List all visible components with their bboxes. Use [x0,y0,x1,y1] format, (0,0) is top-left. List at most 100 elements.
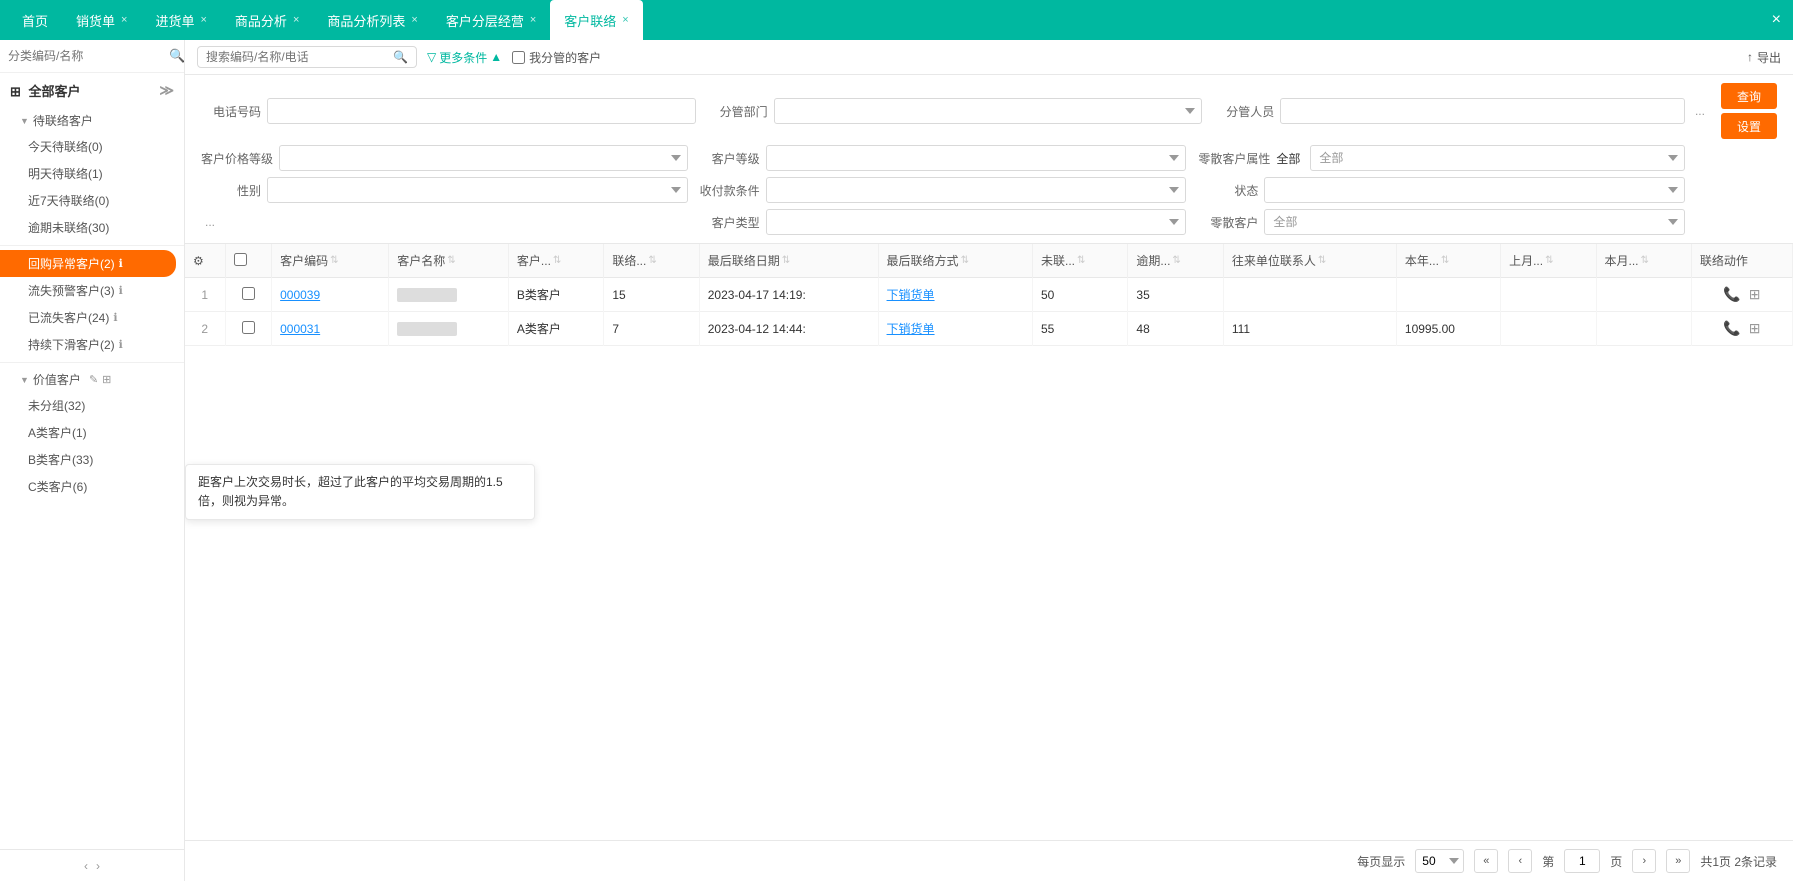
sidebar: 🔍 ⊞ 全部客户 ≫ 待联络客户 今天待联络(0) 明天待联络(1) 近7天待联… [0,40,185,881]
edit-icon[interactable]: ✎ [89,373,98,386]
filter-select-customer-type[interactable] [766,209,1187,235]
col-method-sort[interactable]: 最后联络方式 ⇅ [887,252,1024,269]
sidebar-search-icon[interactable]: 🔍 [169,48,185,64]
row-1-grid-icon[interactable]: ⊞ [1749,286,1761,303]
col-this-year-sort[interactable]: 本年... ⇅ [1405,252,1492,269]
row-1-overdue: 35 [1128,278,1223,312]
sidebar-group-value-customers[interactable]: ▼ 价值客户 ✎ ⊞ [0,367,184,392]
row-2-checkbox[interactable] [242,321,255,334]
col-unit-sort[interactable]: 往来单位联系人 ⇅ [1232,252,1388,269]
current-page-input[interactable] [1564,849,1600,873]
total-info: 共1页 2条记录 [1700,853,1777,870]
tab-customer-contact-close[interactable]: × [622,14,628,26]
row-1-name-blurred [397,288,457,302]
filter-input-manager[interactable] [1280,98,1685,124]
col-customer-code-sort[interactable]: 客户编码 ⇅ [280,252,380,269]
filter-select-gender[interactable] [267,177,688,203]
row-2-code-link[interactable]: 000031 [280,322,320,336]
row-1-checkbox[interactable] [242,287,255,300]
sidebar-item-overdue[interactable]: 逾期未联络(30) [0,214,184,241]
search-input[interactable] [206,50,393,64]
first-page-btn[interactable]: « [1474,849,1498,873]
select-all-checkbox[interactable] [234,253,247,266]
sidebar-search-input[interactable] [8,49,163,63]
sidebar-item-class-c[interactable]: C类客户(6) [0,473,184,500]
table-body: 1 000039 B类客户 15 2023-04-17 14:19: [185,278,1793,346]
unit-sort-icon: ⇅ [1318,255,1326,266]
tab-product-analysis-close[interactable]: × [293,14,299,26]
filter-select-retail-customer[interactable]: 全部 [1264,209,1685,235]
tab-customer-contact[interactable]: 客户联络 × [550,0,642,40]
row-1-method-link[interactable]: 下销货单 [887,288,935,302]
sidebar-item-tomorrow[interactable]: 明天待联络(1) [0,160,184,187]
sidebar-item-repurchase-abnormal[interactable]: 回购异常客户(2) ℹ [0,250,176,277]
settings-col-icon[interactable]: ⚙ [193,254,204,268]
col-level-sort[interactable]: 客户... ⇅ [517,252,595,269]
filter-icon: ▽ [427,50,436,64]
sidebar-item-7days[interactable]: 近7天待联络(0) [0,187,184,214]
sidebar-item-today[interactable]: 今天待联络(0) [0,133,184,160]
page-size-select[interactable]: 50 20 100 [1415,849,1464,873]
sidebar-all-customers[interactable]: ⊞ 全部客户 ≫ [0,73,184,108]
manager-more-btn[interactable]: ... [1691,104,1709,118]
filter-input-phone[interactable] [267,98,696,124]
my-customer-checkbox[interactable] [512,51,525,64]
filter-bar: 🔍 ▽ 更多条件 ▲ 我分管的客户 ↑ 导出 [185,40,1793,75]
sidebar-item-class-b[interactable]: B类客户(33) [0,446,184,473]
tab-product-analysis[interactable]: 商品分析 × [221,0,313,40]
col-uncontacted-sort[interactable]: 未联... ⇅ [1041,252,1119,269]
sidebar-item-churn-warning[interactable]: 流失预警客户(3) ℹ [0,277,184,304]
window-close-button[interactable]: × [1772,11,1781,29]
add-icon[interactable]: ⊞ [102,373,111,386]
filter-select-customer-level[interactable] [766,145,1187,171]
filter-select-price-level[interactable] [279,145,688,171]
filter-select-retail-attr[interactable]: 全部 [1310,145,1685,171]
next-page-btn[interactable]: › [1632,849,1656,873]
tab-product-list[interactable]: 商品分析列表 × [313,0,431,40]
tab-product-list-close[interactable]: × [411,14,417,26]
more-fields-btn[interactable]: ... [201,215,219,229]
tab-sales-close[interactable]: × [121,14,127,26]
filter-select-dept[interactable] [774,98,1203,124]
tab-customer-segment-close[interactable]: × [530,14,536,26]
row-1-code-link[interactable]: 000039 [280,288,320,302]
query-button[interactable]: 查询 [1721,83,1777,109]
filter-item-gender: 性别 [201,177,688,203]
col-date-sort[interactable]: 最后联络日期 ⇅ [708,252,870,269]
col-customer-name-sort[interactable]: 客户名称 ⇅ [397,252,500,269]
sidebar-group-pending[interactable]: 待联络客户 [0,108,184,133]
sidebar-item-class-a[interactable]: A类客户(1) [0,419,184,446]
filter-row-2: 客户价格等级 客户等级 零散客户属性 全部 全部 [201,145,1777,171]
sidebar-item-unclassified[interactable]: 未分组(32) [0,392,184,419]
col-contacts-sort[interactable]: 联络... ⇅ [612,252,690,269]
sidebar-all-label: ⊞ 全部客户 [10,81,81,100]
settings-button[interactable]: 设置 [1721,113,1777,139]
filter-select-status[interactable] [1264,177,1685,203]
search-icon[interactable]: 🔍 [393,50,408,64]
col-overdue-sort[interactable]: 逾期... ⇅ [1136,252,1214,269]
tab-customer-segment[interactable]: 客户分层经营 × [432,0,550,40]
prev-page-btn[interactable]: ‹ [1508,849,1532,873]
tab-sales[interactable]: 销货单 × [62,0,141,40]
col-this-month-sort[interactable]: 本月... ⇅ [1605,252,1683,269]
tab-purchase-close[interactable]: × [200,14,206,26]
col-last-month-sort[interactable]: 上月... ⇅ [1509,252,1587,269]
row-1-this-year [1396,278,1500,312]
filter-select-payment[interactable] [766,177,1187,203]
row-2-method-link[interactable]: 下销货单 [887,322,935,336]
col-uncontacted: 未联... ⇅ [1033,244,1128,278]
table-container: 距客户上次交易时长，超过了此客户的平均交易周期的1.5倍，则视为异常。 ⚙ 客户 [185,244,1793,840]
sidebar-item-declining[interactable]: 持续下滑客户(2) ℹ [0,331,184,358]
sidebar-collapse-btn[interactable]: ≫ [159,82,174,99]
row-2-phone-icon[interactable]: 📞 [1723,320,1740,337]
sidebar-item-lost-customers[interactable]: 已流失客户(24) ℹ [0,304,184,331]
sidebar-prev-icon[interactable]: ‹ [84,859,88,873]
sidebar-next-icon[interactable]: › [96,859,100,873]
more-filter-btn[interactable]: ▽ 更多条件 ▲ [427,49,502,66]
last-page-btn[interactable]: » [1666,849,1690,873]
row-2-grid-icon[interactable]: ⊞ [1749,320,1761,337]
tab-purchase[interactable]: 进货单 × [141,0,220,40]
tab-home[interactable]: 首页 [8,0,62,40]
export-button[interactable]: ↑ 导出 [1747,49,1781,66]
row-1-phone-icon[interactable]: 📞 [1723,286,1740,303]
